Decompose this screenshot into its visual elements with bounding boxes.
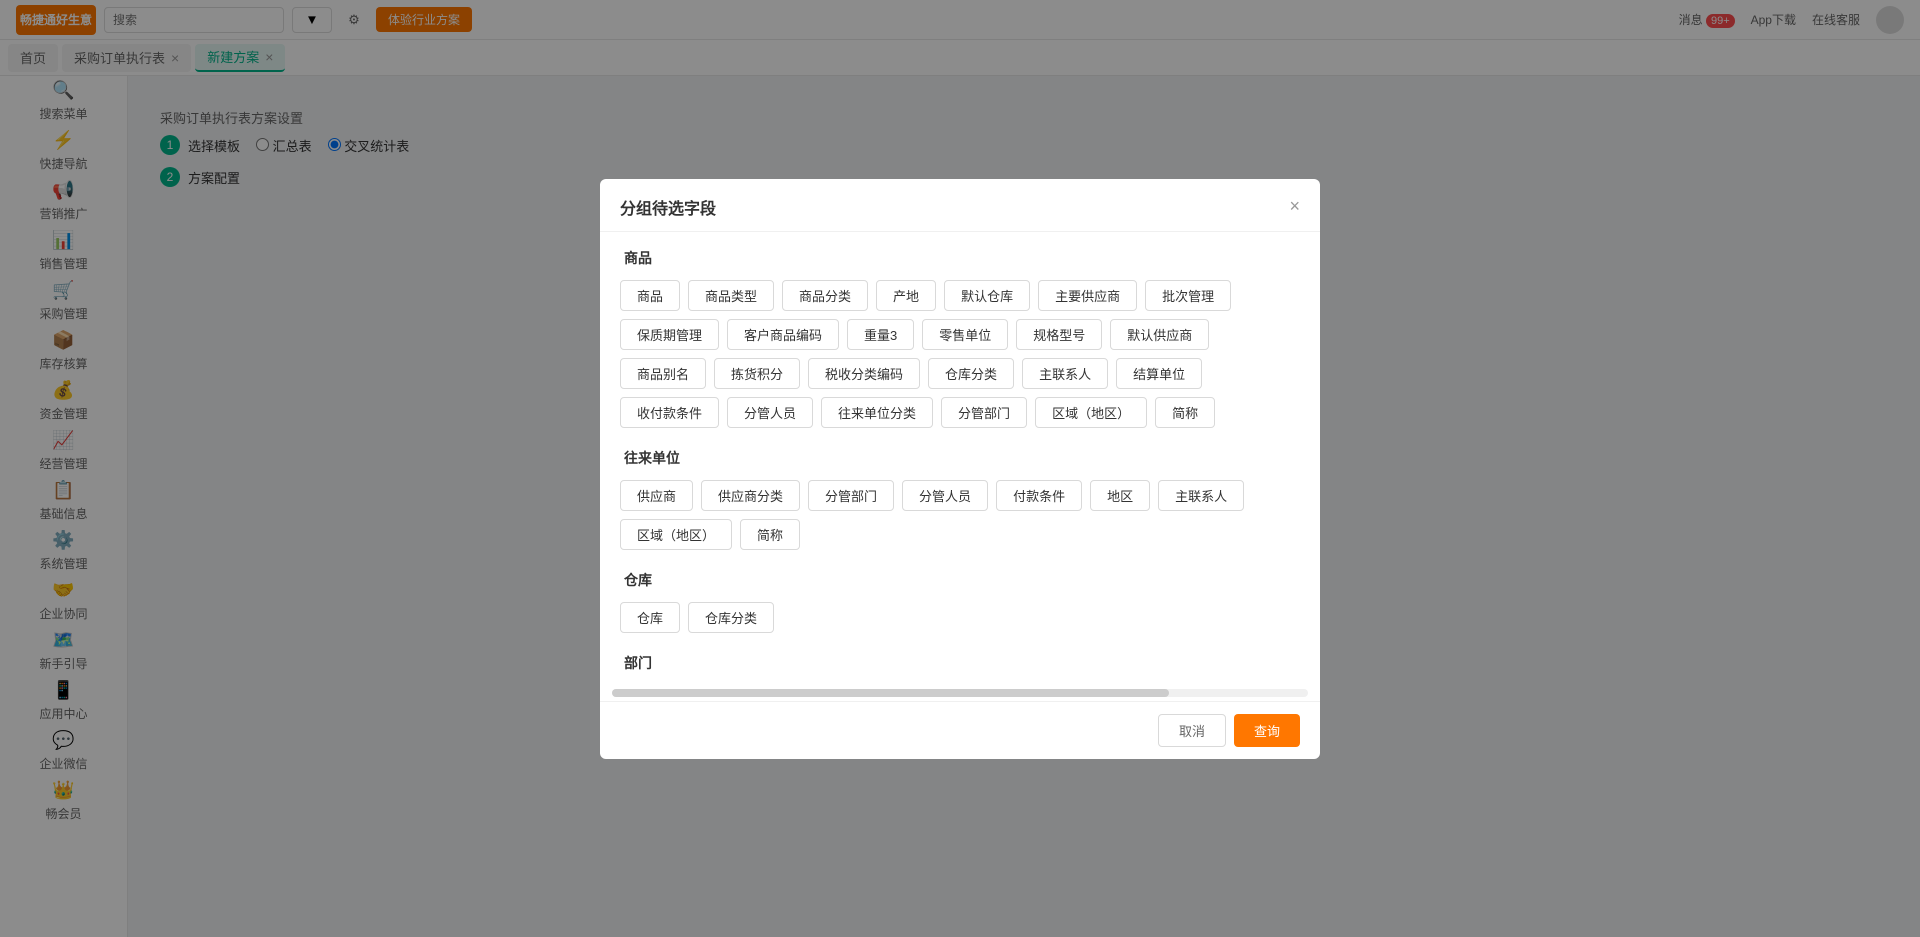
h-scrollbar-container [600,685,1320,701]
field-tag-goods-fields-23[interactable]: 区域（地区） [1035,397,1147,428]
field-tag-goods-fields-16[interactable]: 仓库分类 [928,358,1014,389]
field-tag-goods-fields-18[interactable]: 结算单位 [1116,358,1202,389]
section-warehouse-title: 仓库 [620,570,1300,590]
dialog-close-button[interactable]: × [1289,196,1300,217]
field-tag-partner-fields-4[interactable]: 付款条件 [996,480,1082,511]
field-tag-goods-fields-10[interactable]: 零售单位 [922,319,1008,350]
field-tag-goods-fields-8[interactable]: 客户商品编码 [727,319,839,350]
h-scrollbar[interactable] [612,689,1308,697]
field-tag-goods-fields-4[interactable]: 默认仓库 [944,280,1030,311]
field-tag-warehouse-fields-1[interactable]: 仓库分类 [688,602,774,633]
section-department-title: 部门 [620,653,1300,673]
h-scrollbar-thumb [612,689,1169,697]
field-tag-partner-fields-3[interactable]: 分管人员 [902,480,988,511]
field-tag-goods-fields-1[interactable]: 商品类型 [688,280,774,311]
field-tag-partner-fields-5[interactable]: 地区 [1090,480,1150,511]
field-tag-goods-fields-0[interactable]: 商品 [620,280,680,311]
field-tag-goods-fields-21[interactable]: 往来单位分类 [821,397,933,428]
section-goods: 商品 商品商品类型商品分类产地默认仓库主要供应商批次管理保质期管理客户商品编码重… [620,248,1300,428]
section-department: 部门 部门 [620,653,1300,685]
cancel-button[interactable]: 取消 [1158,714,1226,747]
dialog-body: 商品 商品商品类型商品分类产地默认仓库主要供应商批次管理保质期管理客户商品编码重… [600,232,1320,685]
field-tag-goods-fields-24[interactable]: 简称 [1155,397,1215,428]
field-tag-goods-fields-7[interactable]: 保质期管理 [620,319,719,350]
field-tag-goods-fields-9[interactable]: 重量3 [847,319,914,350]
field-selection-dialog: 分组待选字段 × 商品 商品商品类型商品分类产地默认仓库主要供应商批次管理保质期… [600,179,1320,759]
field-tag-partner-fields-6[interactable]: 主联系人 [1158,480,1244,511]
section-warehouse: 仓库 仓库仓库分类 [620,570,1300,633]
field-tag-goods-fields-6[interactable]: 批次管理 [1145,280,1231,311]
field-tag-partner-fields-7[interactable]: 区域（地区） [620,519,732,550]
dialog-header: 分组待选字段 × [600,179,1320,232]
section-warehouse-fields: 仓库仓库分类 [620,602,1300,633]
field-tag-goods-fields-2[interactable]: 商品分类 [782,280,868,311]
field-tag-goods-fields-13[interactable]: 商品别名 [620,358,706,389]
field-tag-warehouse-fields-0[interactable]: 仓库 [620,602,680,633]
field-tag-goods-fields-3[interactable]: 产地 [876,280,936,311]
section-goods-title: 商品 [620,248,1300,268]
section-partner-fields: 供应商供应商分类分管部门分管人员付款条件地区主联系人区域（地区） 简称 [620,480,1300,550]
field-tag-goods-fields-22[interactable]: 分管部门 [941,397,1027,428]
field-tag-goods-fields-11[interactable]: 规格型号 [1016,319,1102,350]
dialog-overlay: 分组待选字段 × 商品 商品商品类型商品分类产地默认仓库主要供应商批次管理保质期… [0,0,1920,937]
field-tag-goods-fields-17[interactable]: 主联系人 [1022,358,1108,389]
field-tag-goods-fields-14[interactable]: 拣货积分 [714,358,800,389]
field-tag-partner-fields-1[interactable]: 供应商分类 [701,480,800,511]
field-tag-goods-fields-15[interactable]: 税收分类编码 [808,358,920,389]
field-tag-goods-fields-19[interactable]: 收付款条件 [620,397,719,428]
section-partner: 往来单位 供应商供应商分类分管部门分管人员付款条件地区主联系人区域（地区） 简称 [620,448,1300,550]
field-tag-goods-fields-20[interactable]: 分管人员 [727,397,813,428]
field-tag-partner-fields-2[interactable]: 分管部门 [808,480,894,511]
dialog-title: 分组待选字段 [620,195,716,219]
section-goods-fields: 商品商品类型商品分类产地默认仓库主要供应商批次管理保质期管理客户商品编码重量3 零… [620,280,1300,428]
field-tag-partner-fields-8[interactable]: 简称 [740,519,800,550]
field-tag-partner-fields-0[interactable]: 供应商 [620,480,693,511]
confirm-button[interactable]: 查询 [1234,714,1300,747]
field-tag-goods-fields-5[interactable]: 主要供应商 [1038,280,1137,311]
section-partner-title: 往来单位 [620,448,1300,468]
field-tag-goods-fields-12[interactable]: 默认供应商 [1110,319,1209,350]
dialog-footer: 取消 查询 [600,701,1320,759]
